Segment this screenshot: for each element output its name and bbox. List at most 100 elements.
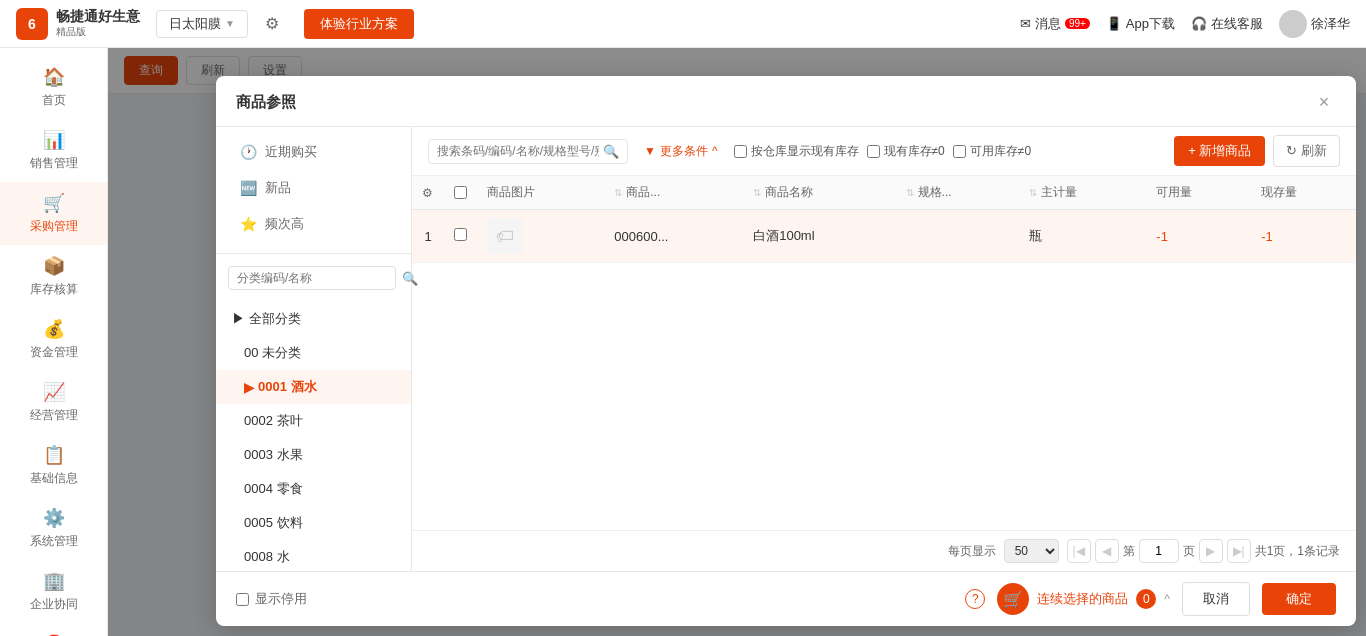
toolbar-right: + 新增商品 ↻ 刷新 <box>1174 135 1340 167</box>
sidebar-label-sales: 销售管理 <box>30 155 78 172</box>
category-0001[interactable]: ▶ 0001 酒水 <box>216 370 411 404</box>
select-all-checkbox[interactable] <box>454 186 467 199</box>
th-available: 可用量 <box>1146 176 1251 210</box>
sidebar-item-sales[interactable]: 📊 销售管理 <box>0 119 107 182</box>
product-search-input[interactable] <box>437 144 599 158</box>
category-all[interactable]: ▶ 全部分类 <box>216 302 411 336</box>
recent-purchase-label: 近期购买 <box>265 143 317 161</box>
sidebar-item-operation[interactable]: 📈 经营管理 <box>0 371 107 434</box>
trial-button[interactable]: 体验行业方案 <box>304 9 414 39</box>
prev-page-btn[interactable]: ◀ <box>1095 539 1119 563</box>
cart-count-area: 🛒 连续选择的商品 0 ^ <box>997 583 1170 615</box>
help-button[interactable]: ? <box>965 589 985 609</box>
cat-00-label: 00 未分类 <box>244 344 301 362</box>
cart-icon[interactable]: 🛒 <box>997 583 1029 615</box>
sidebar-item-purchase[interactable]: 🛒 采购管理 <box>0 182 107 245</box>
sidebar-item-basic[interactable]: 📋 基础信息 <box>0 434 107 497</box>
category-00[interactable]: 00 未分类 <box>216 336 411 370</box>
sidebar-label-purchase: 采购管理 <box>30 218 78 235</box>
home-icon: 🏠 <box>43 66 65 88</box>
th-settings[interactable]: ⚙ <box>412 176 444 210</box>
th-code[interactable]: ⇅ 商品... <box>604 176 743 210</box>
confirm-button[interactable]: 确定 <box>1262 583 1336 615</box>
sidebar-label-finance: 资金管理 <box>30 344 78 361</box>
category-0005[interactable]: 0005 饮料 <box>216 506 411 540</box>
available-nonzero-checkbox[interactable] <box>953 145 966 158</box>
category-0002[interactable]: 0002 茶叶 <box>216 404 411 438</box>
user-menu[interactable]: 徐泽华 <box>1279 10 1350 38</box>
refresh-button[interactable]: ↻ 刷新 <box>1273 135 1340 167</box>
new-product-tab[interactable]: 🆕 新品 <box>228 171 399 205</box>
page-number-input[interactable] <box>1139 539 1179 563</box>
gear-button[interactable]: ⚙ <box>256 8 288 40</box>
page-suffix-label: 页 <box>1183 543 1195 560</box>
row-checkbox[interactable] <box>454 228 467 241</box>
th-name[interactable]: ⇅ 商品名称 <box>743 176 895 210</box>
messages-label: 消息 <box>1035 15 1061 33</box>
category-search-input[interactable] <box>228 266 396 290</box>
messages-btn[interactable]: ✉ 消息 99+ <box>1020 15 1090 33</box>
first-page-btn[interactable]: |◀ <box>1067 539 1091 563</box>
phone-icon: 📱 <box>1106 16 1122 31</box>
sidebar-item-home[interactable]: 🏠 首页 <box>0 56 107 119</box>
add-product-button[interactable]: + 新增商品 <box>1174 136 1265 166</box>
bottom-right: ? 🛒 连续选择的商品 0 ^ 取消 确定 <box>965 582 1336 616</box>
next-page-btn[interactable]: ▶ <box>1199 539 1223 563</box>
category-0008[interactable]: 0008 水 <box>216 540 411 571</box>
category-0003[interactable]: 0003 水果 <box>216 438 411 472</box>
cancel-button[interactable]: 取消 <box>1182 582 1250 616</box>
sidebar-item-system[interactable]: ⚙️ 系统管理 <box>0 497 107 560</box>
sidebar-item-inventory[interactable]: 📦 库存核算 <box>0 245 107 308</box>
cat-0003-label: 0003 水果 <box>244 446 303 464</box>
show-disabled-checkbox[interactable] <box>236 593 249 606</box>
settings-icon: ⚙ <box>422 186 433 200</box>
show-disabled-label: 显示停用 <box>255 590 307 608</box>
cat-0001-label: 0001 酒水 <box>258 378 317 396</box>
th-spec[interactable]: ⇅ 规格... <box>896 176 1020 210</box>
nonzero-stock-label: 现有库存≠0 <box>884 143 945 160</box>
store-selector[interactable]: 日太阳膜 ▼ <box>156 10 248 38</box>
stock-display-checkbox[interactable] <box>734 145 747 158</box>
stock-display-check[interactable]: 按仓库显示现有库存 <box>734 143 859 160</box>
online-service-btn[interactable]: 🎧 在线客服 <box>1191 15 1263 33</box>
filter-arrow-icon: ^ <box>712 144 718 158</box>
modal-header: 商品参照 × <box>216 76 1356 127</box>
logo-icon: 6 <box>16 8 48 40</box>
avatar <box>1279 10 1307 38</box>
nonzero-stock-check[interactable]: 现有库存≠0 <box>867 143 945 160</box>
th-check <box>444 176 477 210</box>
sidebar-item-finance[interactable]: 💰 资金管理 <box>0 308 107 371</box>
row-available: -1 <box>1146 210 1251 263</box>
collapse-cart-icon[interactable]: ^ <box>1164 592 1170 606</box>
row-check[interactable] <box>444 210 477 263</box>
category-0004[interactable]: 0004 零食 <box>216 472 411 506</box>
app-download-btn[interactable]: 📱 App下载 <box>1106 15 1175 33</box>
last-page-btn[interactable]: ▶| <box>1227 539 1251 563</box>
per-page-select[interactable]: 50 100 200 <box>1004 539 1059 563</box>
modal-title: 商品参照 <box>236 93 296 112</box>
sidebar-item-enterprise[interactable]: 🏢 企业协同 <box>0 560 107 623</box>
th-unit[interactable]: ⇅ 主计量 <box>1019 176 1146 210</box>
star-icon: ⭐ <box>240 216 257 232</box>
modal-body: 🕐 近期购买 🆕 新品 ⭐ 频次高 <box>216 127 1356 571</box>
cart-label: 连续选择的商品 <box>1037 590 1128 608</box>
available-nonzero-check[interactable]: 可用库存≠0 <box>953 143 1031 160</box>
filter-button[interactable]: ▼ 更多条件 ^ <box>636 139 726 164</box>
purchase-icon: 🛒 <box>43 192 65 214</box>
table-row[interactable]: 1 🏷 000600... 白酒100ml <box>412 210 1356 263</box>
filter-label: 更多条件 <box>660 143 708 160</box>
frequent-tab[interactable]: ⭐ 频次高 <box>228 207 399 241</box>
enterprise-icon: 🏢 <box>43 570 65 592</box>
search-icon[interactable]: 🔍 <box>603 144 619 159</box>
question-icon: ? <box>972 592 979 606</box>
recent-purchase-tab[interactable]: 🕐 近期购买 <box>228 135 399 169</box>
product-reference-modal: 商品参照 × 🕐 近期购买 🆕 新品 <box>216 76 1356 626</box>
sidebar-item-guide[interactable]: 🎯 新手引导 <box>0 623 107 636</box>
show-disabled-check[interactable]: 显示停用 <box>236 590 307 608</box>
product-table: ⚙ 商品图片 <box>412 176 1356 263</box>
clock-icon: 🕐 <box>240 144 257 160</box>
total-pages-info: 共1页，1条记录 <box>1255 543 1340 560</box>
row-unit: 瓶 <box>1019 210 1146 263</box>
nonzero-stock-checkbox[interactable] <box>867 145 880 158</box>
modal-close-button[interactable]: × <box>1312 90 1336 114</box>
